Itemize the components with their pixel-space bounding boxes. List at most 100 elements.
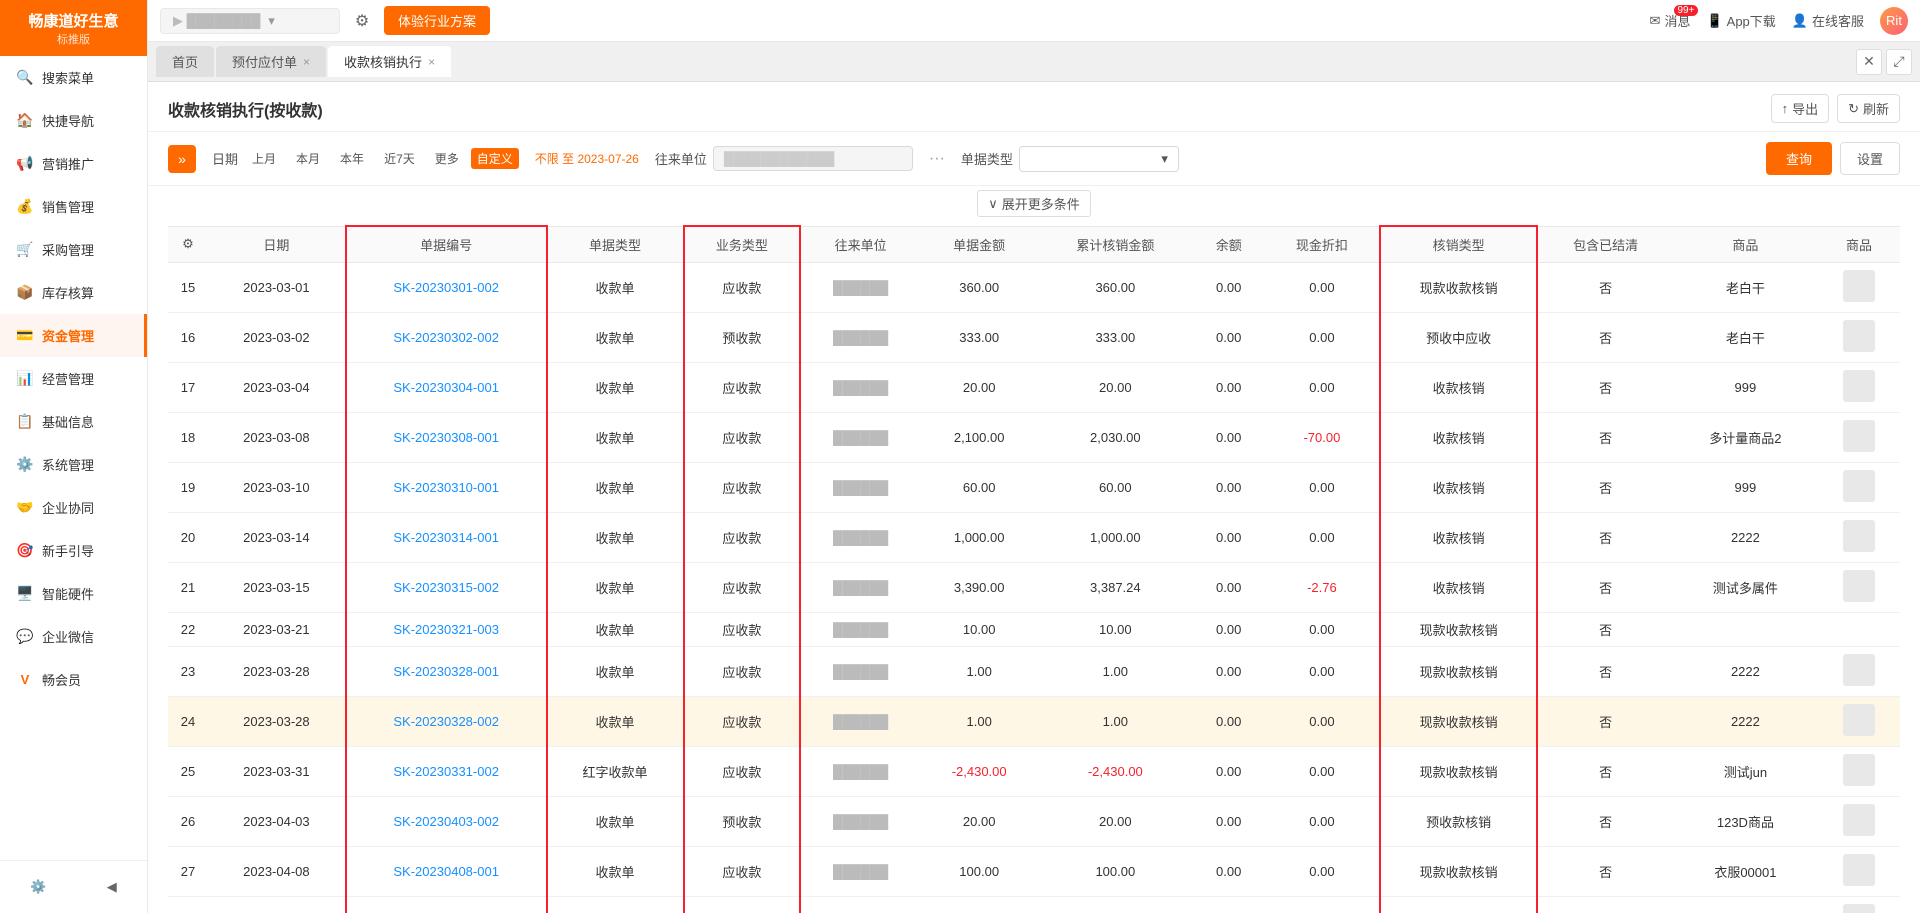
sidebar-collapse-btn[interactable]: ◀ bbox=[91, 869, 133, 905]
cell-cashdiscount: 0.00 bbox=[1265, 747, 1380, 797]
sidebar-item-member[interactable]: V 畅会员 bbox=[0, 658, 147, 701]
home-icon: 🏠 bbox=[16, 112, 34, 130]
sku-link[interactable]: SK-20230314-001 bbox=[393, 530, 499, 545]
sidebar-item-system[interactable]: ⚙️ 系统管理 bbox=[0, 443, 147, 486]
tab-collect-close[interactable]: × bbox=[428, 55, 435, 69]
sidebar-item-enterprise[interactable]: 🤝 企业协同 bbox=[0, 486, 147, 529]
sidebar-item-sales[interactable]: 💰 销售管理 bbox=[0, 185, 147, 228]
topbar-search-box[interactable]: ▶ ████████ ▾ bbox=[160, 8, 340, 34]
sku-link[interactable]: SK-20230302-002 bbox=[393, 330, 499, 345]
col-header-canceltype[interactable]: 核销类型 bbox=[1380, 226, 1537, 263]
sidebar-item-finance[interactable]: 💳 资金管理 bbox=[0, 314, 147, 357]
cell-cancelamount: 20.00 bbox=[1038, 797, 1192, 847]
cell-cashdiscount: -2.76 bbox=[1265, 563, 1380, 613]
filter-date-lastmonth[interactable]: 上月 bbox=[244, 147, 284, 170]
sidebar-item-marketing[interactable]: 📢 营销推广 bbox=[0, 142, 147, 185]
table-row: 15 2023-03-01 SK-20230301-002 收款单 应收款 ██… bbox=[168, 263, 1900, 313]
cell-no: 22 bbox=[168, 613, 208, 647]
member-icon: V bbox=[16, 671, 34, 689]
sku-link[interactable]: SK-20230301-002 bbox=[393, 280, 499, 295]
sidebar-item-operations[interactable]: 📊 经营管理 bbox=[0, 357, 147, 400]
sidebar-settings-btn[interactable]: ⚙️ bbox=[14, 869, 62, 905]
tab-collect[interactable]: 收款核销执行 × bbox=[328, 46, 451, 77]
col-header-settings[interactable]: ⚙ bbox=[168, 226, 208, 263]
sidebar-item-hardware[interactable]: 🖥️ 智能硬件 bbox=[0, 572, 147, 615]
table-row: 20 2023-03-14 SK-20230314-001 收款单 应收款 ██… bbox=[168, 513, 1900, 563]
online-service-btn[interactable]: 👤 在线客服 bbox=[1792, 11, 1864, 30]
tab-home[interactable]: 首页 bbox=[156, 46, 214, 77]
sidebar-item-basic[interactable]: 📋 基础信息 bbox=[0, 400, 147, 443]
sku-link[interactable]: SK-20230308-001 bbox=[393, 430, 499, 445]
refresh-btn[interactable]: ↻ 刷新 bbox=[1837, 94, 1900, 123]
filter-date-custom[interactable]: 自定义 bbox=[471, 148, 519, 169]
col-header-balance[interactable]: 余额 bbox=[1192, 226, 1264, 263]
col-header-skucode[interactable]: 单据编号 bbox=[346, 226, 547, 263]
col-header-amount[interactable]: 单据金额 bbox=[920, 226, 1038, 263]
sidebar-item-quicknav[interactable]: 🏠 快捷导航 bbox=[0, 99, 147, 142]
filter-date-more[interactable]: 更多 bbox=[427, 147, 467, 170]
settings-btn[interactable]: 设置 bbox=[1840, 142, 1900, 175]
table-row: 24 2023-03-28 SK-20230328-002 收款单 应收款 ██… bbox=[168, 697, 1900, 747]
col-header-goods2[interactable]: 商品 bbox=[1818, 226, 1900, 263]
sidebar-item-inventory[interactable]: 📦 库存核算 bbox=[0, 271, 147, 314]
col-header-cancelamount[interactable]: 累计核销金额 bbox=[1038, 226, 1192, 263]
app-download-btn[interactable]: 📱 App下载 bbox=[1706, 11, 1775, 30]
col-header-date[interactable]: 日期 bbox=[208, 226, 346, 263]
page-header: 收款核销执行(按收款) ↑ 导出 ↻ 刷新 bbox=[148, 82, 1920, 132]
cell-canceltype: 现款收款核销 bbox=[1380, 747, 1537, 797]
sku-link[interactable]: SK-20230315-002 bbox=[393, 580, 499, 595]
col-header-vouchertype[interactable]: 单据类型 bbox=[547, 226, 684, 263]
cell-goods2 bbox=[1818, 847, 1900, 897]
cell-includesettled: 否 bbox=[1537, 263, 1672, 313]
filter-date-thismonth[interactable]: 本月 bbox=[288, 147, 328, 170]
tab-expand-btn[interactable]: ⤢ bbox=[1886, 49, 1912, 75]
sku-link[interactable]: SK-20230331-002 bbox=[393, 764, 499, 779]
table-row: 21 2023-03-15 SK-20230315-002 收款单 应收款 ██… bbox=[168, 563, 1900, 613]
col-header-partner[interactable]: 往来单位 bbox=[800, 226, 920, 263]
cell-partner: ██████ bbox=[800, 847, 920, 897]
sku-link[interactable]: SK-20230408-001 bbox=[393, 864, 499, 879]
sidebar-item-label: 搜索菜单 bbox=[42, 68, 94, 87]
refresh-label: 刷新 bbox=[1863, 99, 1889, 118]
sidebar-item-guide[interactable]: 🎯 新手引导 bbox=[0, 529, 147, 572]
topbar-chevron-icon: ▾ bbox=[268, 13, 275, 29]
filter-date-thisyear[interactable]: 本年 bbox=[332, 147, 372, 170]
export-btn[interactable]: ↑ 导出 bbox=[1771, 94, 1830, 123]
col-header-includesettled[interactable]: 包含已结清 bbox=[1537, 226, 1672, 263]
tab-prepay-close[interactable]: × bbox=[303, 55, 310, 69]
sidebar-item-search[interactable]: 🔍 搜索菜单 bbox=[0, 56, 147, 99]
filter-date-7days[interactable]: 近7天 bbox=[376, 147, 423, 170]
cell-goods2 bbox=[1818, 463, 1900, 513]
sku-link[interactable]: SK-20230403-002 bbox=[393, 814, 499, 829]
sku-link[interactable]: SK-20230304-001 bbox=[393, 380, 499, 395]
sidebar-item-purchase[interactable]: 🛒 采购管理 bbox=[0, 228, 147, 271]
cell-date: 2023-04-08 bbox=[208, 847, 346, 897]
filter-vouchertype-select[interactable]: ▾ bbox=[1019, 146, 1179, 172]
col-header-goods[interactable]: 商品 bbox=[1673, 226, 1818, 263]
filter-expand-btn[interactable]: » bbox=[168, 145, 196, 173]
query-btn[interactable]: 查询 bbox=[1766, 142, 1832, 175]
cell-skucode: SK-20230301-002 bbox=[346, 263, 547, 313]
app-logo[interactable]: 畅康道好生意 标推版 bbox=[0, 0, 147, 56]
cell-includesettled: 否 bbox=[1537, 747, 1672, 797]
industry-solution-btn[interactable]: 体验行业方案 bbox=[384, 6, 490, 35]
sku-link[interactable]: SK-20230328-001 bbox=[393, 664, 499, 679]
tab-close-all-btn[interactable]: ✕ bbox=[1856, 49, 1882, 75]
filter-partner-input[interactable]: ████████████ bbox=[713, 146, 913, 171]
tab-prepay[interactable]: 预付应付单 × bbox=[216, 46, 326, 77]
sku-link[interactable]: SK-20230328-002 bbox=[393, 714, 499, 729]
topbar-gear-btn[interactable]: ⚙ bbox=[348, 7, 376, 35]
col-header-cashdiscount[interactable]: 现金折扣 bbox=[1265, 226, 1380, 263]
sidebar-item-wechat[interactable]: 💬 企业微信 bbox=[0, 615, 147, 658]
online-service-label: 在线客服 bbox=[1812, 11, 1864, 30]
expand-more-btn[interactable]: ∨ 展开更多条件 bbox=[977, 190, 1091, 217]
message-btn[interactable]: ✉ 消息 99+ bbox=[1650, 11, 1691, 30]
col-header-biztype[interactable]: 业务类型 bbox=[684, 226, 801, 263]
sku-link[interactable]: SK-20230321-003 bbox=[393, 622, 499, 637]
cell-date: 2023-03-15 bbox=[208, 563, 346, 613]
cell-skucode: SK-20230403-002 bbox=[346, 797, 547, 847]
cell-goods: 衣服00001 bbox=[1673, 847, 1818, 897]
table-container[interactable]: ⚙ 日期 单据编号 单据类型 业务类型 往来单位 单据金额 累计核销金额 余额 … bbox=[148, 225, 1920, 913]
user-avatar[interactable]: Rit bbox=[1880, 7, 1908, 35]
sku-link[interactable]: SK-20230310-001 bbox=[393, 480, 499, 495]
